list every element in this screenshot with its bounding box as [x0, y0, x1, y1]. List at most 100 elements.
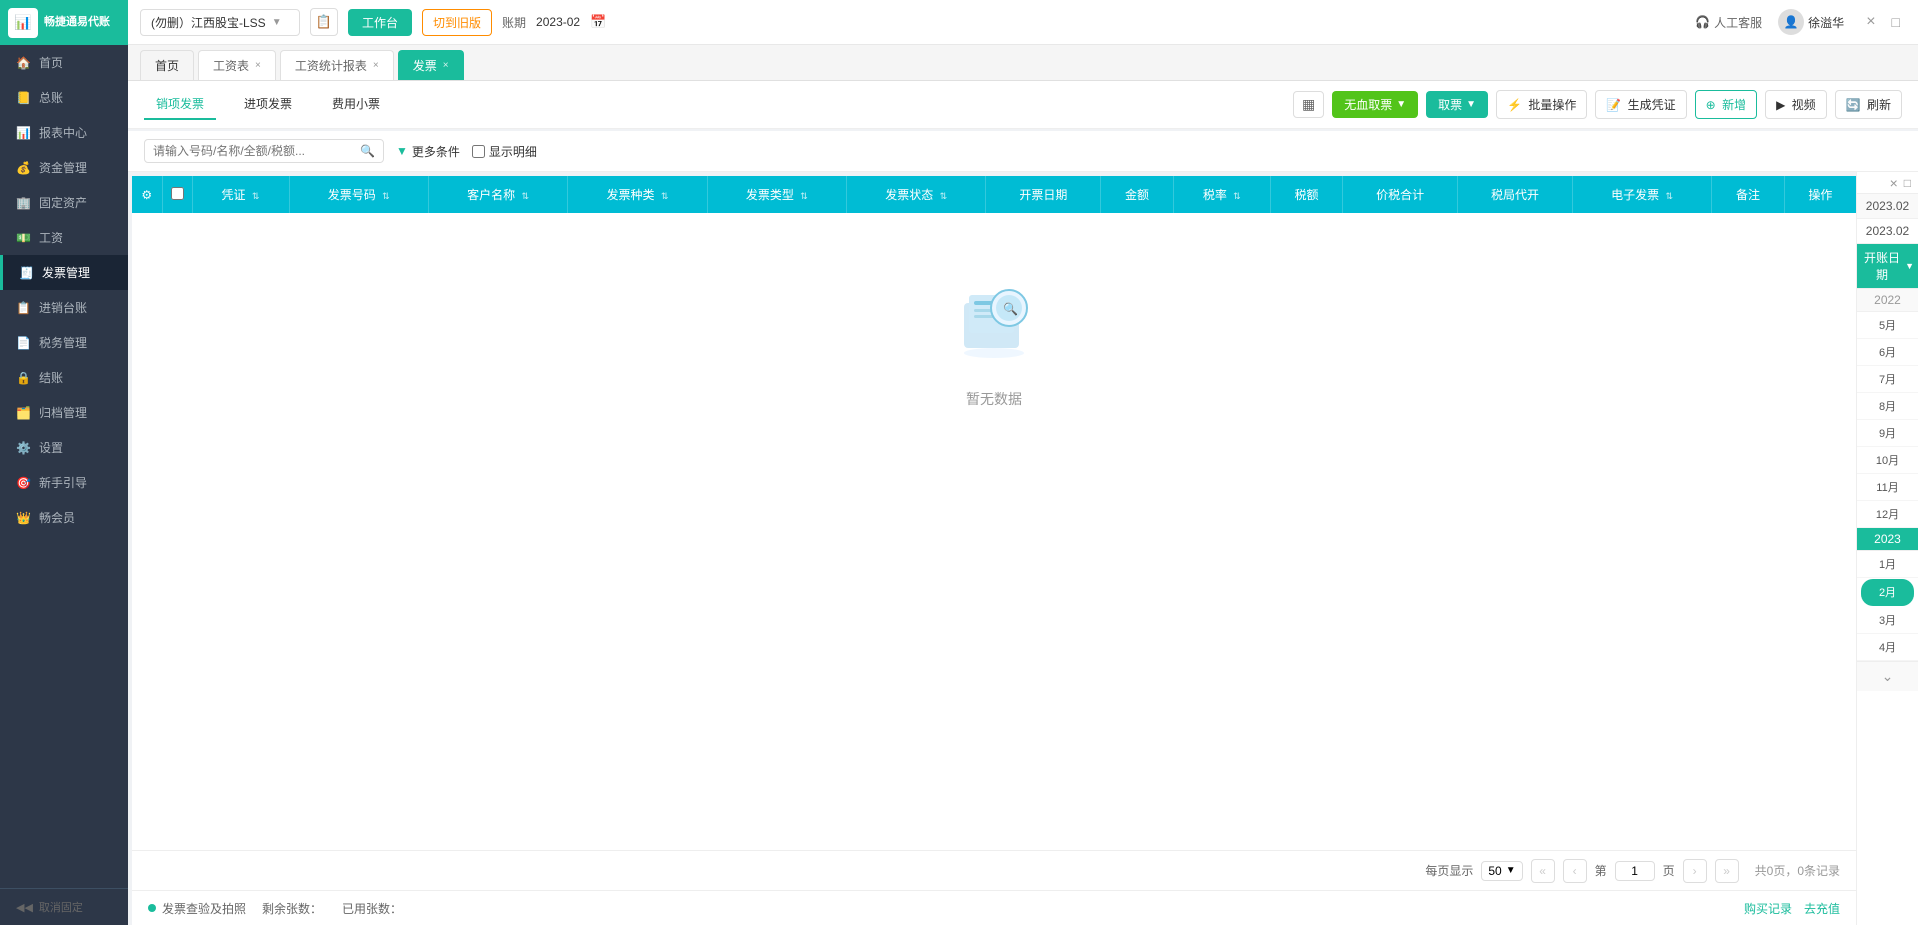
show-detail-checkbox-wrapper[interactable]: 显示明细: [472, 143, 537, 160]
user-info[interactable]: 👤 徐溢华: [1778, 9, 1844, 35]
sub-tab-expense[interactable]: 费用小票: [320, 89, 392, 120]
voucher-sort-icon[interactable]: ⇅: [252, 191, 260, 201]
date-scroll-down-btn[interactable]: ⌄: [1857, 661, 1918, 691]
page-input[interactable]: [1615, 861, 1655, 881]
no-cancel-ticket-button[interactable]: 无血取票 ▼: [1332, 91, 1418, 118]
payroll-table-close-icon[interactable]: ×: [255, 60, 261, 71]
sidebar-item-closing[interactable]: 🔒 结账: [0, 360, 128, 395]
show-detail-checkbox[interactable]: [472, 145, 485, 158]
e-invoice-sort-icon[interactable]: ⇅: [1666, 191, 1674, 201]
take-ticket-button[interactable]: 取票 ▼: [1426, 91, 1488, 118]
date-item-4-2023[interactable]: 4月: [1857, 634, 1918, 661]
invoice-close-icon[interactable]: ×: [443, 60, 449, 71]
select-all-checkbox[interactable]: [171, 187, 184, 200]
next-page-button[interactable]: ›: [1683, 859, 1707, 883]
tab-payroll-table[interactable]: 工资表 ×: [198, 50, 276, 80]
date-panel-maximize-icon[interactable]: □: [1901, 175, 1914, 191]
purchase-record-link[interactable]: 购买记录: [1744, 900, 1792, 917]
sidebar-item-invoice-mgmt[interactable]: 🧾 发票管理: [0, 255, 128, 290]
sub-tab-sales[interactable]: 销项发票: [144, 89, 216, 120]
col-checkbox[interactable]: [162, 176, 192, 213]
date-item-5[interactable]: 5月: [1857, 312, 1918, 339]
date-expand-btn[interactable]: 开账日期 ▼: [1857, 244, 1918, 289]
sidebar-item-sales-ledger[interactable]: 📋 进销台账: [0, 290, 128, 325]
search-input[interactable]: [153, 144, 354, 158]
sidebar-item-fixed-assets[interactable]: 🏢 固定资产: [0, 185, 128, 220]
home-tab-label: 首页: [155, 57, 179, 74]
refresh-button[interactable]: 🔄 刷新: [1835, 90, 1902, 119]
copy-button[interactable]: 📋: [310, 8, 338, 36]
sidebar-item-general-ledger[interactable]: 📒 总账: [0, 80, 128, 115]
sidebar-item-reports[interactable]: 📊 报表中心: [0, 115, 128, 150]
sidebar-item-archive[interactable]: 🗂️ 归档管理: [0, 395, 128, 430]
invoice-status-col-label: 发票状态: [885, 188, 933, 202]
company-name: (勿删）江西股宝-LSS: [151, 14, 266, 31]
copy-icon: 📋: [316, 14, 332, 30]
grid-view-button[interactable]: ▦: [1293, 91, 1324, 118]
date-panel-scroll: 2023.02 2023.02 开账日期 ▼ 2022 5月 6月 7月: [1857, 194, 1918, 925]
sidebar-item-home[interactable]: 🏠 首页: [0, 45, 128, 80]
per-page-label: 每页显示: [1425, 862, 1473, 879]
sub-tab-purchase[interactable]: 进项发票: [232, 89, 304, 120]
empty-text: 暂无数据: [966, 389, 1022, 409]
date-item-10[interactable]: 10月: [1857, 447, 1918, 474]
company-selector[interactable]: (勿删）江西股宝-LSS ▼: [140, 9, 300, 36]
close-window-button[interactable]: ×: [1860, 11, 1881, 33]
refresh-icon: 🔄: [1846, 98, 1861, 112]
service-button[interactable]: 🎧 人工客服: [1695, 14, 1762, 31]
invoice-status-sort-icon[interactable]: ⇅: [940, 191, 948, 201]
invoice-cat-sort-icon[interactable]: ⇅: [800, 191, 808, 201]
video-button[interactable]: ▶ 视频: [1765, 90, 1827, 119]
date-item-8[interactable]: 8月: [1857, 393, 1918, 420]
last-page-button[interactable]: »: [1715, 859, 1739, 883]
tab-home[interactable]: 首页: [140, 50, 194, 80]
date-item-3-2023[interactable]: 3月: [1857, 607, 1918, 634]
date-item-12[interactable]: 12月: [1857, 501, 1918, 528]
col-operations: 操作: [1784, 176, 1856, 213]
first-page-button[interactable]: «: [1531, 859, 1555, 883]
new-button[interactable]: ⊕ 新增: [1695, 90, 1757, 119]
sidebar-item-beginner[interactable]: 🎯 新手引导: [0, 465, 128, 500]
per-page-select[interactable]: 50 ▼: [1481, 861, 1522, 881]
sidebar-bottom[interactable]: ◀◀ 取消固定: [0, 888, 128, 925]
switch-version-button[interactable]: 切到旧版: [422, 9, 492, 36]
batch-op-label: 批量操作: [1528, 98, 1576, 112]
date-item-9[interactable]: 9月: [1857, 420, 1918, 447]
sidebar-item-payroll[interactable]: 💵 工资: [0, 220, 128, 255]
date-item-2-2023-active[interactable]: 2月: [1861, 579, 1914, 606]
search-box[interactable]: 🔍: [144, 139, 384, 163]
batch-op-button[interactable]: ⚡ 批量操作: [1496, 90, 1587, 119]
recharge-link[interactable]: 去充值: [1804, 900, 1840, 917]
gen-voucher-button[interactable]: 📝 生成凭证: [1595, 90, 1686, 119]
per-page-value: 50: [1488, 864, 1501, 878]
more-filter-button[interactable]: ▼ 更多条件: [396, 143, 460, 160]
invoice-type-sort-icon[interactable]: ⇅: [661, 191, 669, 201]
date-panel-close-icon[interactable]: ×: [1887, 174, 1901, 192]
col-tax-total: 价税合计: [1343, 176, 1458, 213]
date-item-7[interactable]: 7月: [1857, 366, 1918, 393]
sidebar-item-settings[interactable]: ⚙️ 设置: [0, 430, 128, 465]
date-item-6[interactable]: 6月: [1857, 339, 1918, 366]
tab-payroll-stats[interactable]: 工资统计报表 ×: [280, 50, 394, 80]
date-item-1-2023[interactable]: 1月: [1857, 551, 1918, 578]
workbench-button[interactable]: 工作台: [348, 9, 412, 36]
empty-state: 🔍 暂无数据: [152, 273, 1836, 409]
sidebar-logo[interactable]: 📊 畅捷通易代账: [0, 0, 128, 45]
search-icon[interactable]: 🔍: [360, 144, 375, 158]
remarks-col-label: 备注: [1736, 188, 1760, 202]
maximize-window-button[interactable]: □: [1886, 12, 1906, 32]
invoice-cat-col-label: 发票类型: [746, 188, 794, 202]
invoice-no-sort-icon[interactable]: ⇅: [382, 191, 390, 201]
sidebar-item-tax-mgmt[interactable]: 📄 税务管理: [0, 325, 128, 360]
col-open-date: 开票日期: [986, 176, 1101, 213]
payroll-stats-close-icon[interactable]: ×: [373, 60, 379, 71]
expense-tab-label: 费用小票: [332, 97, 380, 111]
no-cancel-label: 无血取票: [1344, 96, 1392, 113]
prev-page-button[interactable]: ‹: [1563, 859, 1587, 883]
customer-sort-icon[interactable]: ⇅: [521, 191, 529, 201]
tax-rate-sort-icon[interactable]: ⇅: [1233, 191, 1241, 201]
sidebar-item-member[interactable]: 👑 畅会员: [0, 500, 128, 535]
date-item-11[interactable]: 11月: [1857, 474, 1918, 501]
tab-invoice[interactable]: 发票 ×: [398, 50, 464, 80]
sidebar-item-funds[interactable]: 💰 资金管理: [0, 150, 128, 185]
